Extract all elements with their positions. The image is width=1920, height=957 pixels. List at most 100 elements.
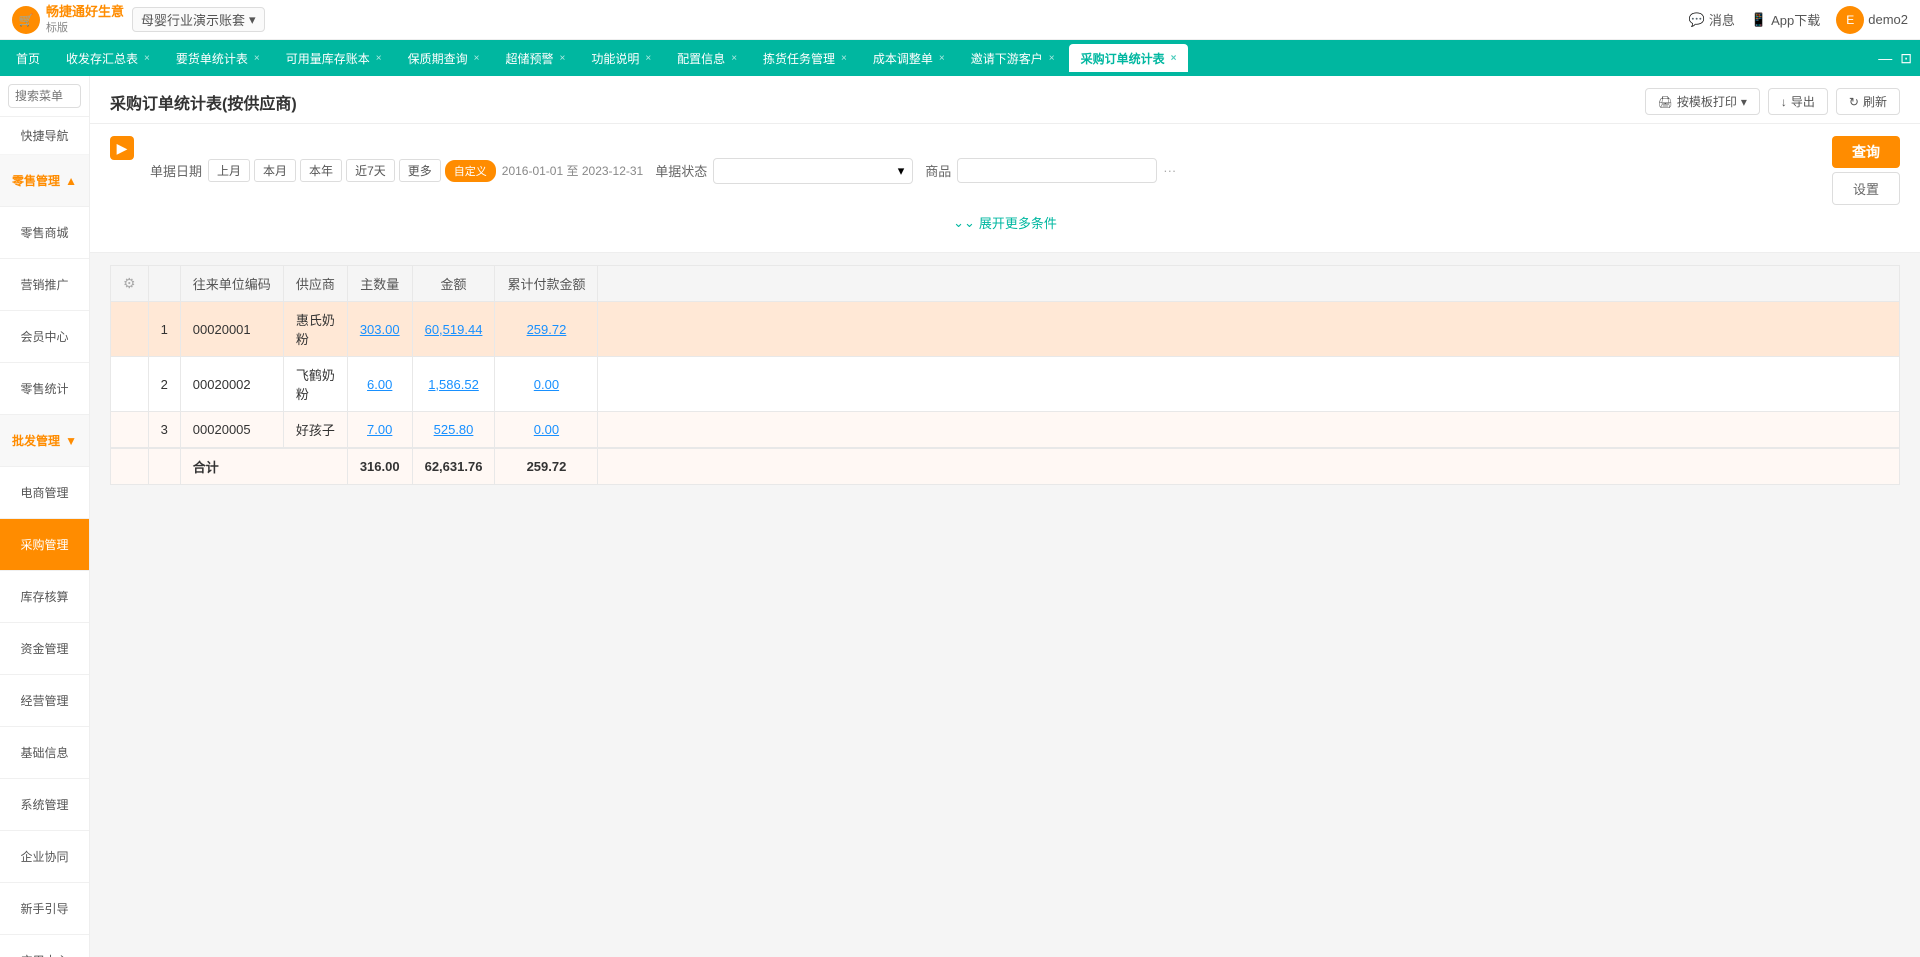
tab-close-icon[interactable]: × [1049,53,1055,64]
filter-last-7-days-button[interactable]: 近7天 [346,159,395,182]
footer-paid-cell: 259.72 [495,448,598,485]
date-end: 2023-12-31 [582,164,643,178]
nav-tabs-actions: — ⊡ [1878,50,1916,67]
table-header: ⚙ 往来单位编码 供应商 主数量 金额 累计付款金额 [111,266,1900,302]
tab-label: 拣货任务管理 [763,50,835,67]
filter-this-month-button[interactable]: 本月 [254,159,296,182]
sidebar-item-fund-mgmt[interactable]: 资金管理 [0,623,89,675]
sidebar-item-retail-stats[interactable]: 零售统计 [0,363,89,415]
sidebar-item-wholesale-mgmt[interactable]: 批发管理 ▼ [0,415,89,467]
tab-available-stock[interactable]: 可用量库存账本 × [274,44,394,72]
seq-cell: 1 [148,302,180,357]
extra-cell [598,302,1900,357]
tab-close-icon[interactable]: × [559,53,565,64]
sidebar-item-sys-mgmt[interactable]: 系统管理 [0,779,89,831]
footer-label-cell: 合计 [180,448,347,485]
qty-cell[interactable]: 303.00 [347,302,412,357]
settings-icon[interactable]: ⚙ [123,275,136,291]
sidebar-item-label: 系统管理 [20,796,68,813]
sidebar-item-member-center[interactable]: 会员中心 [0,311,89,363]
filter-row-1: 单据日期 上月 本月 本年 近7天 更多 自定义 2016-01-01 [150,136,1900,205]
main-content: 采购订单统计表(按供应商) 🖨 按模板打印 ▾ ↓ 导出 ↻ 刷新 [90,76,1920,957]
qty-cell[interactable]: 7.00 [347,412,412,449]
table-body: 1 00020001 惠氏奶粉 303.00 60,519.44 259.72 … [111,302,1900,449]
tab-minimize-icon[interactable]: — [1878,50,1892,66]
tab-collect-pay[interactable]: 收发存汇总表 × [54,44,162,72]
amount-cell[interactable]: 1,586.52 [412,357,495,412]
amount-cell[interactable]: 60,519.44 [412,302,495,357]
tab-close-icon[interactable]: × [474,53,480,64]
tab-purchase-summary[interactable]: 采购订单统计表 × [1069,44,1189,72]
sidebar-item-retail-shop[interactable]: 零售商城 [0,207,89,259]
query-button[interactable]: 查询 [1832,136,1900,168]
export-button[interactable]: ↓ 导出 [1768,88,1828,115]
sidebar-item-app-center[interactable]: 应用中心 [0,935,89,957]
sidebar-item-stock-check[interactable]: 库存核算 [0,571,89,623]
sidebar-item-enterprise-collab[interactable]: 企业协同 [0,831,89,883]
paid-cell[interactable]: 0.00 [495,357,598,412]
qty-cell[interactable]: 6.00 [347,357,412,412]
table-footer-row: 合计 316.00 62,631.76 259.72 [111,448,1900,485]
tab-close-icon[interactable]: × [645,53,651,64]
settings-button[interactable]: 设置 [1832,172,1900,205]
filter-more-button[interactable]: 更多 [399,159,441,182]
sidebar-item-ecommerce-mgmt[interactable]: 电商管理 [0,467,89,519]
tab-order-summary[interactable]: 要货单统计表 × [164,44,272,72]
search-input[interactable] [8,84,81,108]
paid-cell[interactable]: 259.72 [495,302,598,357]
tab-close-icon[interactable]: × [1171,53,1177,64]
tab-label: 成本调整单 [873,50,933,67]
tab-pick-task[interactable]: 拣货任务管理 × [751,44,859,72]
tab-close-icon[interactable]: × [254,53,260,64]
sidebar-item-quick-nav[interactable]: 快捷导航 [0,117,89,155]
sidebar-item-ops-mgmt[interactable]: 经营管理 [0,675,89,727]
settings-cell [111,357,149,412]
print-label: 按模板打印 [1677,93,1737,110]
tab-close-icon[interactable]: × [144,53,150,64]
tab-config-info[interactable]: 配置信息 × [665,44,749,72]
footer-extra-cell [598,448,1900,485]
expand-more-button[interactable]: ⌄⌄ 展开更多条件 [945,209,1065,236]
data-table: ⚙ 往来单位编码 供应商 主数量 金额 累计付款金额 1 [110,265,1900,485]
refresh-button[interactable]: ↻ 刷新 [1836,88,1900,115]
tab-home[interactable]: 首页 [4,44,52,72]
tab-overstock[interactable]: 超储预警 × [493,44,577,72]
tab-close-icon[interactable]: × [939,53,945,64]
tab-func-desc[interactable]: 功能说明 × [579,44,663,72]
tab-cost-adjust[interactable]: 成本调整单 × [861,44,957,72]
filter-toggle-button[interactable]: ▶ [110,136,134,160]
tab-label: 功能说明 [591,50,639,67]
page-header: 采购订单统计表(按供应商) 🖨 按模板打印 ▾ ↓ 导出 ↻ 刷新 [90,76,1920,124]
tab-close-icon[interactable]: × [731,53,737,64]
filter-this-year-button[interactable]: 本年 [300,159,342,182]
filter-status-item: 单据状态 ▾ [655,158,913,184]
app-download-button[interactable]: 📱 App下载 [1751,10,1820,29]
message-button[interactable]: 💬 消息 [1689,10,1735,29]
sidebar-item-marketing[interactable]: 营销推广 [0,259,89,311]
filter-last-month-button[interactable]: 上月 [208,159,250,182]
sidebar-item-purchase-mgmt[interactable]: 采购管理 [0,519,89,571]
tab-maximize-icon[interactable]: ⊡ [1900,50,1912,67]
settings-cell [111,302,149,357]
workspace-selector[interactable]: 母婴行业演示账套 ▾ [132,7,265,32]
status-select[interactable]: ▾ [713,158,913,184]
seq-cell: 2 [148,357,180,412]
print-button[interactable]: 🖨 按模板打印 ▾ [1645,88,1760,115]
chevron-down-icon: ▾ [1741,95,1747,109]
sidebar-item-label: 零售商城 [20,224,68,241]
filter-area: ▶ 单据日期 上月 本月 本年 近7天 更多 自定义 [90,124,1920,253]
sidebar-item-retail-mgmt[interactable]: 零售管理 ▲ [0,155,89,207]
paid-cell[interactable]: 0.00 [495,412,598,449]
table-row: 3 00020005 好孩子 7.00 525.80 0.00 [111,412,1900,449]
amount-col-header: 金额 [412,266,495,302]
goods-input[interactable] [957,158,1157,183]
tab-warranty[interactable]: 保质期查询 × [396,44,492,72]
tab-close-icon[interactable]: × [376,53,382,64]
sidebar-item-basic-info[interactable]: 基础信息 [0,727,89,779]
user-avatar-button[interactable]: E demo2 [1836,6,1908,34]
more-options-icon[interactable]: ··· [1163,163,1176,178]
tab-invite-downstream[interactable]: 邀请下游客户 × [959,44,1067,72]
tab-close-icon[interactable]: × [841,53,847,64]
sidebar-item-new-guide[interactable]: 新手引导 [0,883,89,935]
amount-cell[interactable]: 525.80 [412,412,495,449]
